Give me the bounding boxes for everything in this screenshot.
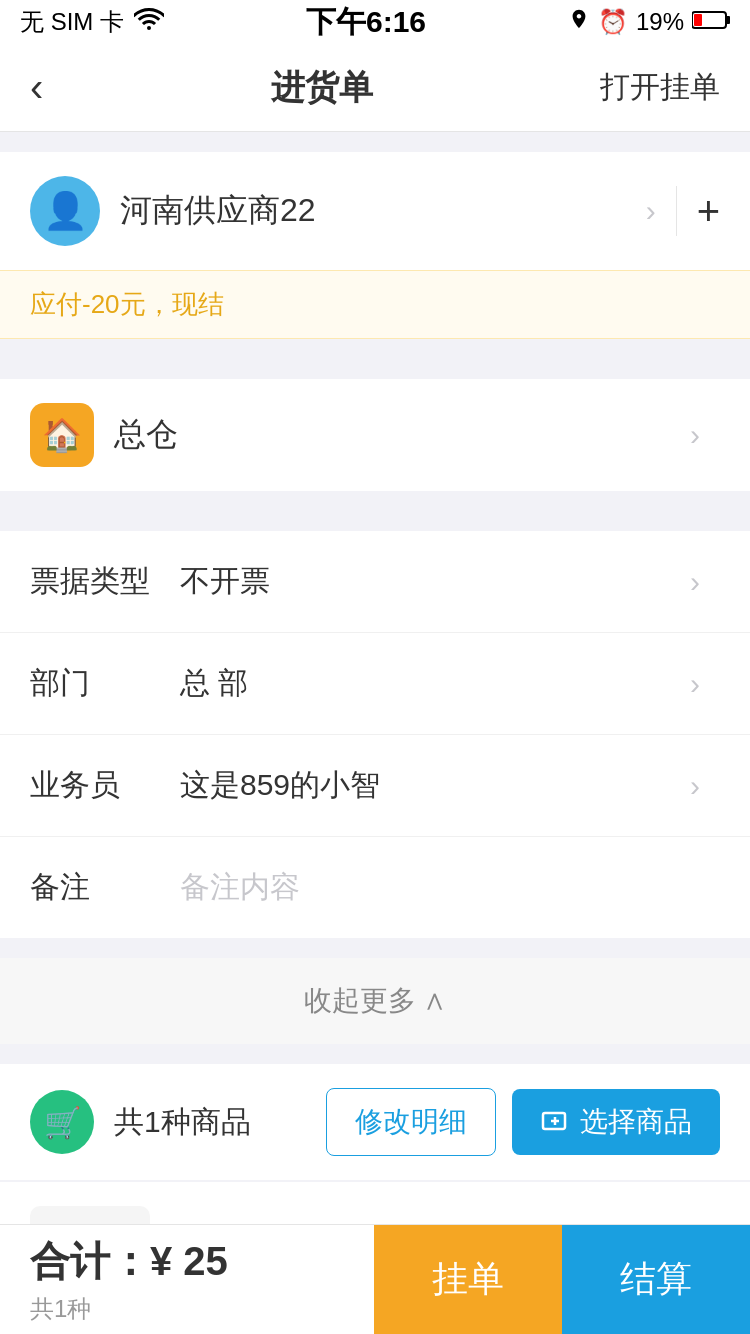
svg-rect-1 [726, 16, 730, 24]
product-header: 🛒 共1种商品 修改明细 选择商品 [0, 1064, 750, 1180]
select-product-button[interactable]: 选择商品 [512, 1089, 720, 1155]
avatar-icon: 👤 [43, 190, 88, 232]
checkout-button[interactable]: 结算 [562, 1225, 750, 1335]
pending-button[interactable]: 挂单 [374, 1225, 562, 1335]
invoice-label: 票据类型 [30, 561, 160, 602]
remark-input[interactable]: 备注内容 [160, 867, 720, 908]
chevron-right-icon: › [646, 194, 656, 228]
supplier-avatar: 👤 [30, 176, 100, 246]
wifi-icon [134, 8, 164, 36]
open-pending-button[interactable]: 打开挂单 [600, 67, 720, 108]
cart-icon [540, 1108, 570, 1136]
product-icon: 🛒 [44, 1105, 81, 1140]
invoice-chevron-icon: › [690, 565, 700, 599]
supplier-section: 👤 河南供应商22 › + 应付-20元，现结 [0, 152, 750, 339]
warehouse-row[interactable]: 🏠 总仓 › [0, 379, 750, 491]
footer-total: 合计：¥ 25 共1种 [0, 1234, 374, 1325]
form-section: 票据类型 不开票 › 部门 总 部 › 业务员 这是859的小智 › 备注 备注… [0, 531, 750, 938]
notice-banner: 应付-20元，现结 [0, 270, 750, 339]
staff-chevron-icon: › [690, 769, 700, 803]
notice-text: 应付-20元，现结 [30, 289, 224, 319]
dept-value: 总 部 [160, 663, 690, 704]
nav-bar: ‹ 进货单 打开挂单 [0, 44, 750, 132]
gap-4 [0, 1044, 750, 1064]
add-supplier-button[interactable]: + [697, 189, 720, 234]
back-button[interactable]: ‹ [30, 65, 43, 110]
footer: 合计：¥ 25 共1种 挂单 结算 [0, 1224, 750, 1334]
status-bar: 无 SIM 卡 下午6:16 ⏰ 19% [0, 0, 750, 44]
dept-label: 部门 [30, 663, 160, 704]
status-right: ⏰ 19% [568, 8, 730, 36]
select-product-label: 选择商品 [580, 1103, 692, 1141]
signal-text: 无 SIM 卡 [20, 6, 124, 38]
supplier-row[interactable]: 👤 河南供应商22 › + [0, 152, 750, 270]
total-amount: ¥ 25 [150, 1239, 228, 1283]
warehouse-section: 🏠 总仓 › [0, 379, 750, 491]
warehouse-icon-wrap: 🏠 [30, 403, 94, 467]
invoice-value: 不开票 [160, 561, 690, 602]
gap-3 [0, 511, 750, 531]
staff-value: 这是859的小智 [160, 765, 690, 806]
modify-detail-button[interactable]: 修改明细 [326, 1088, 496, 1156]
staff-label: 业务员 [30, 765, 160, 806]
product-count: 共1种商品 [114, 1102, 326, 1143]
battery-icon [692, 8, 730, 36]
warehouse-icon: 🏠 [42, 416, 82, 454]
warehouse-chevron-icon: › [690, 418, 700, 452]
remark-label: 备注 [30, 867, 160, 908]
gap-1 [0, 132, 750, 152]
warehouse-name: 总仓 [114, 413, 690, 457]
alarm-icon: ⏰ [598, 8, 628, 36]
dept-chevron-icon: › [690, 667, 700, 701]
product-icon-wrap: 🛒 [30, 1090, 94, 1154]
collapse-row[interactable]: 收起更多 ∧ [0, 958, 750, 1044]
status-left: 无 SIM 卡 [20, 6, 164, 38]
vertical-divider [676, 186, 677, 236]
remark-row[interactable]: 备注 备注内容 [0, 837, 750, 938]
dept-row[interactable]: 部门 总 部 › [0, 633, 750, 735]
location-icon [568, 8, 590, 36]
supplier-name: 河南供应商22 [120, 189, 646, 233]
total-count: 共1种 [30, 1293, 344, 1325]
gap-2 [0, 359, 750, 379]
status-time: 下午6:16 [306, 2, 426, 43]
invoice-row[interactable]: 票据类型 不开票 › [0, 531, 750, 633]
total-amount-row: 合计：¥ 25 [30, 1234, 344, 1289]
total-label: 合计： [30, 1239, 150, 1283]
collapse-label: 收起更多 ∧ [304, 982, 447, 1020]
battery-text: 19% [636, 8, 684, 36]
svg-rect-2 [694, 14, 702, 26]
page-title: 进货单 [271, 65, 373, 111]
staff-row[interactable]: 业务员 这是859的小智 › [0, 735, 750, 837]
